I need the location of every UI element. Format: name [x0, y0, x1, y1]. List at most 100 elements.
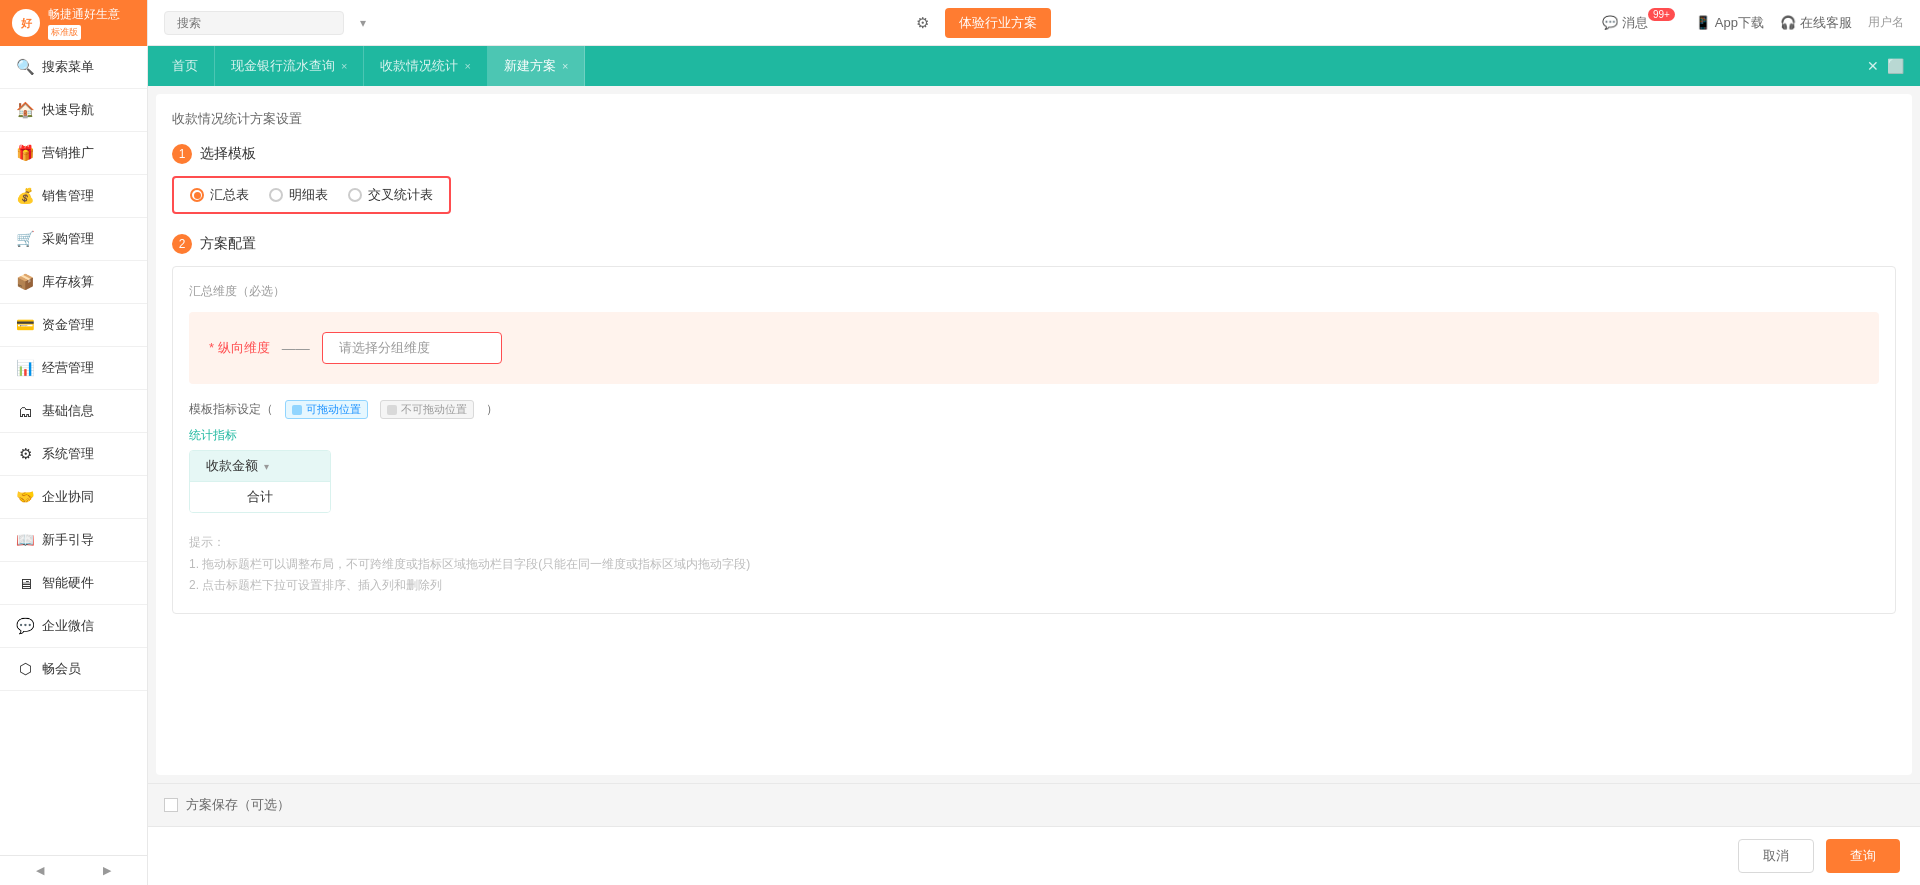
tab-new-plan[interactable]: 新建方案 ×: [488, 46, 585, 86]
sidebar-item-label: 资金管理: [42, 316, 94, 334]
sidebar-item-label: 营销推广: [42, 144, 94, 162]
cancel-button[interactable]: 取消: [1738, 839, 1814, 873]
draggable-indicator: [292, 405, 302, 415]
message-button[interactable]: 💬 消息 99+: [1602, 14, 1679, 32]
radio-summary[interactable]: 汇总表: [190, 186, 249, 204]
sidebar-item-inventory[interactable]: 📦 库存核算: [0, 261, 147, 304]
query-button[interactable]: 查询: [1826, 839, 1900, 873]
tip1-text: 1. 拖动标题栏可以调整布局，不可跨维度或指标区域拖动栏目字段(只能在同一维度或…: [189, 554, 1879, 576]
non-draggable-label: 不可拖动位置: [401, 402, 467, 417]
metric-cell-total: 合计: [190, 482, 330, 512]
sidebar-logo: 好 畅捷通好生意 标准版: [0, 0, 147, 46]
metric-tag-revenue[interactable]: 收款金额 ▾: [190, 451, 330, 482]
gear-settings-icon[interactable]: ⚙: [916, 14, 929, 32]
tab-cashflow-close-icon[interactable]: ×: [341, 60, 347, 72]
save-checkbox[interactable]: [164, 798, 178, 812]
step1-section: 1 选择模板 汇总表 明细表 交叉统计表: [172, 144, 1896, 214]
tips-title: 提示：: [189, 535, 225, 549]
search-input[interactable]: [164, 11, 344, 35]
sidebar-item-label: 采购管理: [42, 230, 94, 248]
sidebar-item-label: 企业微信: [42, 617, 94, 635]
vertical-dimension-label: * 纵向维度: [209, 339, 270, 357]
dimension-select[interactable]: 请选择分组维度: [322, 332, 502, 364]
message-label: 消息: [1622, 14, 1648, 32]
sidebar-item-search[interactable]: 🔍 搜索菜单: [0, 46, 147, 89]
close-window-icon[interactable]: ✕: [1867, 58, 1879, 74]
maximize-window-icon[interactable]: ⬜: [1887, 58, 1904, 74]
save-option-bar: 方案保存（可选）: [148, 783, 1920, 826]
draggable-label: 可拖动位置: [306, 402, 361, 417]
sidebar-item-label: 系统管理: [42, 445, 94, 463]
sidebar-item-system[interactable]: ⚙ 系统管理: [0, 433, 147, 476]
dimension-subtitle: 汇总维度（必选）: [189, 283, 1879, 300]
topbar-right: 💬 消息 99+ 📱 App下载 🎧 在线客服 用户名: [1602, 14, 1904, 32]
money-icon: 💰: [16, 187, 34, 205]
chat-icon: 💬: [16, 617, 34, 635]
tab-new-plan-label: 新建方案: [504, 57, 556, 75]
online-service-button[interactable]: 🎧 在线客服: [1780, 14, 1852, 32]
step2-section: 2 方案配置 汇总维度（必选） * 纵向维度 —— 请选择分组: [172, 234, 1896, 614]
metrics-table: 收款金额 ▾ 合计: [189, 450, 331, 513]
sidebar-expand-btn[interactable]: ▶: [76, 864, 140, 877]
sidebar-item-label: 基础信息: [42, 402, 94, 420]
chevron-down-icon[interactable]: ▾: [360, 16, 366, 30]
sidebar-item-sales[interactable]: 💰 销售管理: [0, 175, 147, 218]
tab-cashflow[interactable]: 现金银行流水查询 ×: [215, 46, 364, 86]
tips-section: 提示： 1. 拖动标题栏可以调整布局，不可跨维度或指标区域拖动栏目字段(只能在同…: [189, 532, 1879, 597]
dimension-arrow: ——: [282, 340, 310, 356]
radio-cross[interactable]: 交叉统计表: [348, 186, 433, 204]
app-download-button[interactable]: 📱 App下载: [1695, 14, 1764, 32]
sidebar-item-operation[interactable]: 📊 经营管理: [0, 347, 147, 390]
sidebar-item-label: 库存核算: [42, 273, 94, 291]
tab-home[interactable]: 首页: [156, 46, 215, 86]
draggable-badge: 可拖动位置: [285, 400, 368, 419]
logo-icon: 好: [12, 9, 40, 37]
sidebar-item-member[interactable]: ⬡ 畅会员: [0, 648, 147, 691]
industry-plan-button[interactable]: 体验行业方案: [945, 8, 1051, 38]
home-icon: 🏠: [16, 101, 34, 119]
radio-detail-label: 明细表: [289, 186, 328, 204]
metrics-header-label: 模板指标设定（: [189, 401, 273, 418]
sidebar-bottom: ◀ ▶: [0, 855, 147, 885]
sidebar-item-quick-nav[interactable]: 🏠 快速导航: [0, 89, 147, 132]
radio-cross-label: 交叉统计表: [368, 186, 433, 204]
config-section: 汇总维度（必选） * 纵向维度 —— 请选择分组维度: [172, 266, 1896, 614]
folder-icon: 🗂: [16, 403, 34, 420]
book-icon: 📖: [16, 531, 34, 549]
sidebar-item-basic[interactable]: 🗂 基础信息: [0, 390, 147, 433]
sidebar-item-label: 企业协同: [42, 488, 94, 506]
page-title: 收款情况统计方案设置: [172, 110, 1896, 128]
phone-icon: 📱: [1695, 15, 1711, 30]
tab-receivable[interactable]: 收款情况统计 ×: [364, 46, 487, 86]
step1-label: 选择模板: [200, 145, 256, 163]
dimension-placeholder: 请选择分组维度: [339, 340, 430, 355]
non-draggable-badge: 不可拖动位置: [380, 400, 474, 419]
sidebar-item-marketing[interactable]: 🎁 营销推广: [0, 132, 147, 175]
logo-text: 畅捷通好生意 标准版: [48, 6, 120, 40]
metrics-section: 模板指标设定（ 可拖动位置 不可拖动位置 ） 统计指标: [189, 400, 1879, 516]
sidebar-item-purchase[interactable]: 🛒 采购管理: [0, 218, 147, 261]
sidebar-item-guide[interactable]: 📖 新手引导: [0, 519, 147, 562]
sidebar-collapse-btn[interactable]: ◀: [8, 864, 72, 877]
radio-detail[interactable]: 明细表: [269, 186, 328, 204]
cart-icon: 🛒: [16, 230, 34, 248]
topbar: ▾ ⚙ 体验行业方案 💬 消息 99+ 📱 App下载 🎧 在线客服 用户名: [148, 0, 1920, 46]
sidebar-item-hardware[interactable]: 🖥 智能硬件: [0, 562, 147, 605]
tip2-text: 2. 点击标题栏下拉可设置排序、插入列和删除列: [189, 575, 1879, 597]
template-options-group: 汇总表 明细表 交叉统计表: [172, 176, 451, 214]
step2-header: 2 方案配置: [172, 234, 1896, 254]
sidebar-item-label: 搜索菜单: [42, 58, 94, 76]
tab-new-plan-close-icon[interactable]: ×: [562, 60, 568, 72]
dimension-title-text: 汇总维度（必选）: [189, 284, 285, 298]
sidebar-item-finance[interactable]: 💳 资金管理: [0, 304, 147, 347]
logo-badge: 标准版: [48, 25, 81, 40]
step2-label: 方案配置: [200, 235, 256, 253]
save-option-label: 方案保存（可选）: [186, 796, 290, 814]
sidebar-item-wechat[interactable]: 💬 企业微信: [0, 605, 147, 648]
dimension-area: * 纵向维度 —— 请选择分组维度: [189, 312, 1879, 384]
chart-icon: 📊: [16, 359, 34, 377]
sidebar-item-coop[interactable]: 🤝 企业协同: [0, 476, 147, 519]
sidebar: 好 畅捷通好生意 标准版 🔍 搜索菜单 🏠 快速导航 🎁 营销推广 💰 销售管理…: [0, 0, 148, 885]
tab-receivable-close-icon[interactable]: ×: [464, 60, 470, 72]
card-icon: 💳: [16, 316, 34, 334]
